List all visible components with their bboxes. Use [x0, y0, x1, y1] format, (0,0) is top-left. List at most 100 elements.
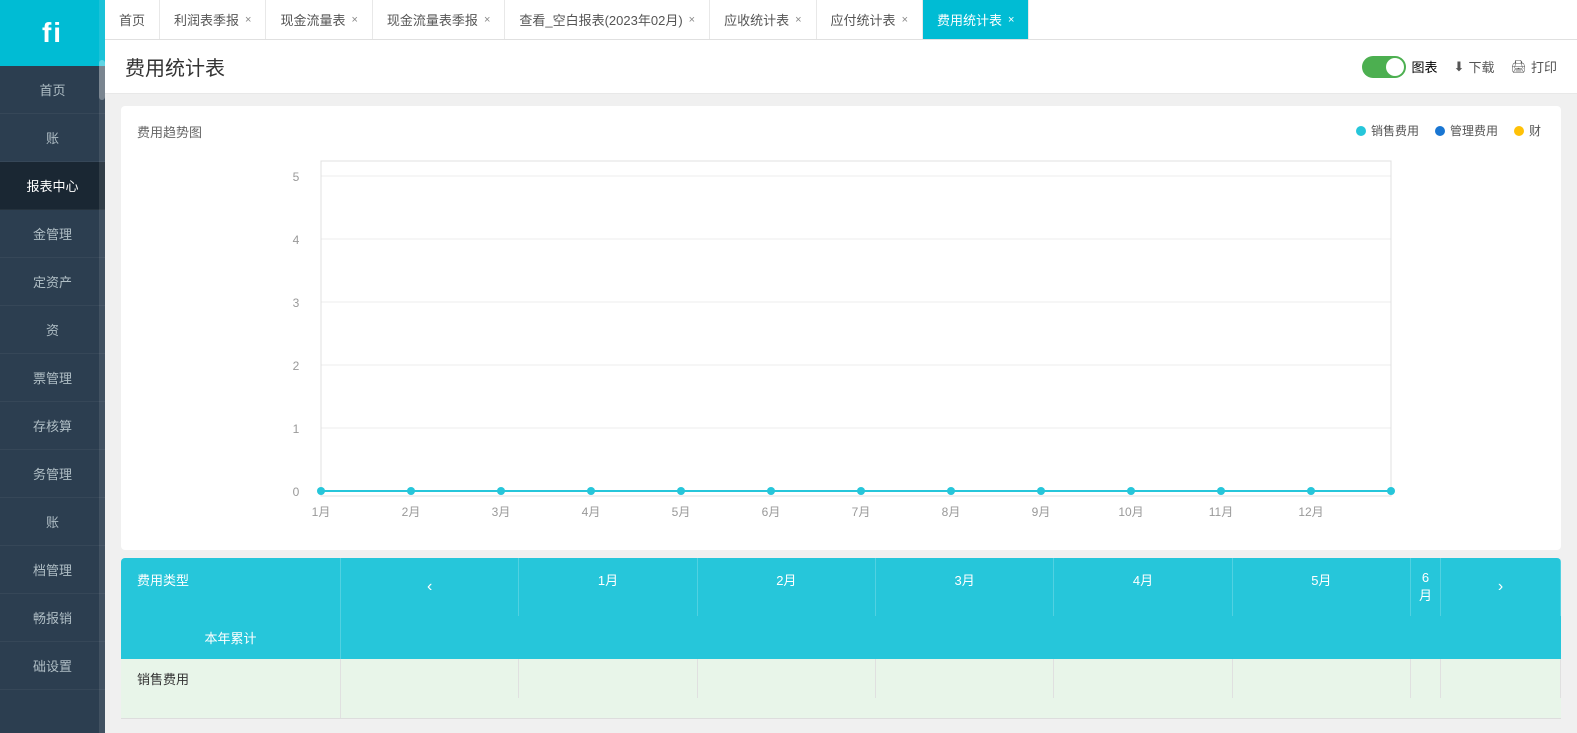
col-month-4: 4月	[1054, 558, 1232, 616]
close-tab-5[interactable]: ×	[795, 14, 801, 26]
sidebar-item-reimbursement[interactable]: 畅报销	[0, 594, 105, 642]
trend-chart: 5 4 3 2 1 0	[137, 151, 1545, 531]
row-type: 销售费用	[121, 659, 341, 698]
tab-cashflow[interactable]: 现金流量表 ×	[266, 0, 372, 40]
tab-payable[interactable]: 应付统计表 ×	[817, 0, 923, 40]
row-m2	[698, 659, 876, 698]
row-year-total	[121, 698, 341, 718]
main-area: 首页 利润表季报 × 现金流量表 × 现金流量表季报 × 查看_空白报表(202…	[105, 0, 1577, 733]
col-nav-prev[interactable]: ‹	[341, 558, 519, 616]
table-row: 销售费用	[121, 659, 1561, 719]
sidebar-item-service[interactable]: 务管理	[0, 450, 105, 498]
col-month-5: 5月	[1233, 558, 1411, 616]
row-nav-space2	[1441, 659, 1561, 698]
svg-text:8月: 8月	[942, 505, 961, 519]
legend-finance: 财	[1514, 122, 1541, 139]
legend-finance-dot	[1514, 126, 1524, 136]
sidebar-item-resource[interactable]: 资	[0, 306, 105, 354]
page-title: 费用统计表	[125, 52, 225, 81]
svg-text:2: 2	[293, 359, 300, 373]
tab-cashflow-quarterly[interactable]: 现金流量表季报 ×	[373, 0, 505, 40]
tab-home[interactable]: 首页	[105, 0, 160, 40]
svg-text:11月: 11月	[1209, 505, 1233, 519]
close-tab-4[interactable]: ×	[689, 14, 695, 26]
tabs-bar: 首页 利润表季报 × 现金流量表 × 现金流量表季报 × 查看_空白报表(202…	[105, 0, 1577, 40]
svg-text:7月: 7月	[852, 505, 871, 519]
col-month-1: 1月	[519, 558, 697, 616]
svg-text:9月: 9月	[1032, 505, 1051, 519]
sidebar-item-ledger[interactable]: 账	[0, 498, 105, 546]
sidebar-item-reports[interactable]: 报表中心	[0, 162, 105, 210]
tab-expense[interactable]: 费用统计表 ×	[923, 0, 1029, 40]
legend-sales-dot	[1356, 126, 1366, 136]
legend-admin-dot	[1435, 126, 1445, 136]
row-nav-space	[341, 659, 519, 698]
chart-legend: 销售费用 管理费用 财	[1356, 122, 1541, 139]
table-header: 费用类型 ‹ 1月 2月 3月 4月 5月 6月 › 本年累计	[121, 558, 1561, 659]
row-m4	[1054, 659, 1232, 698]
svg-text:5月: 5月	[672, 505, 691, 519]
svg-text:3: 3	[293, 296, 300, 310]
svg-text:4: 4	[293, 233, 300, 247]
data-table-section: 费用类型 ‹ 1月 2月 3月 4月 5月 6月 › 本年累计 销售费用	[121, 558, 1561, 733]
chart-toggle-label: 图表	[1412, 57, 1438, 76]
tab-receivable[interactable]: 应收统计表 ×	[710, 0, 816, 40]
download-button[interactable]: ⬇ 下载	[1454, 57, 1495, 76]
download-label: 下载	[1468, 57, 1494, 76]
sidebar-item-invoice[interactable]: 票管理	[0, 354, 105, 402]
svg-text:1: 1	[293, 422, 300, 436]
sidebar-scrollbar-thumb	[99, 60, 105, 100]
close-tab-7[interactable]: ×	[1008, 14, 1014, 26]
sidebar-item-account[interactable]: 账	[0, 114, 105, 162]
legend-admin: 管理费用	[1435, 122, 1498, 139]
sidebar-item-assets[interactable]: 定资产	[0, 258, 105, 306]
chart-section: 费用趋势图 销售费用 管理费用 财 5 4	[121, 106, 1561, 550]
svg-text:10月: 10月	[1118, 505, 1143, 519]
row-m1	[519, 659, 697, 698]
sidebar-logo: fi	[0, 0, 105, 66]
close-tab-6[interactable]: ×	[902, 14, 908, 26]
svg-text:0: 0	[293, 485, 300, 499]
sidebar: fi 首页 账 报表中心 金管理 定资产 资 票管理 存核算 务管理 账 档管理…	[0, 0, 105, 733]
tab-blank-report[interactable]: 查看_空白报表(2023年02月) ×	[505, 0, 710, 40]
sidebar-item-home[interactable]: 首页	[0, 66, 105, 114]
col-year-total: 本年累计	[121, 616, 341, 659]
svg-text:4月: 4月	[582, 505, 601, 519]
content-area: 费用统计表 图表 ⬇ 下载 🖨 打印 费用趋势图	[105, 40, 1577, 733]
legend-admin-label: 管理费用	[1450, 122, 1498, 139]
sidebar-item-finance[interactable]: 金管理	[0, 210, 105, 258]
col-month-2: 2月	[698, 558, 876, 616]
sidebar-scrollbar[interactable]	[99, 0, 105, 733]
tab-profit-quarterly[interactable]: 利润表季报 ×	[160, 0, 266, 40]
row-m3	[876, 659, 1054, 698]
svg-text:2月: 2月	[402, 505, 421, 519]
legend-sales-label: 销售费用	[1371, 122, 1419, 139]
print-label: 打印	[1531, 57, 1557, 76]
col-month-3: 3月	[876, 558, 1054, 616]
row-m5	[1233, 659, 1411, 698]
close-tab-1[interactable]: ×	[245, 14, 251, 26]
header-actions: 图表 ⬇ 下载 🖨 打印	[1362, 56, 1557, 78]
svg-text:12月: 12月	[1298, 505, 1323, 519]
col-nav-next[interactable]: ›	[1441, 558, 1561, 616]
page-header: 费用统计表 图表 ⬇ 下载 🖨 打印	[105, 40, 1577, 94]
print-button[interactable]: 🖨 打印	[1510, 57, 1557, 76]
sidebar-item-settings[interactable]: 础设置	[0, 642, 105, 690]
col-type: 费用类型	[121, 558, 341, 616]
legend-finance-label: 财	[1529, 122, 1541, 139]
chart-toggle-group: 图表	[1362, 56, 1438, 78]
svg-text:5: 5	[293, 170, 300, 184]
svg-text:3月: 3月	[492, 505, 511, 519]
print-icon: 🖨	[1510, 59, 1527, 75]
row-m6	[1411, 659, 1441, 698]
sidebar-item-inventory[interactable]: 存核算	[0, 402, 105, 450]
close-tab-2[interactable]: ×	[351, 14, 357, 26]
sidebar-item-archive[interactable]: 档管理	[0, 546, 105, 594]
col-month-6: 6月	[1411, 558, 1441, 616]
download-icon: ⬇	[1454, 59, 1465, 75]
chart-title: 费用趋势图	[137, 122, 1545, 141]
svg-text:6月: 6月	[762, 505, 781, 519]
chart-toggle[interactable]	[1362, 56, 1406, 78]
legend-sales: 销售费用	[1356, 122, 1419, 139]
close-tab-3[interactable]: ×	[484, 14, 490, 26]
